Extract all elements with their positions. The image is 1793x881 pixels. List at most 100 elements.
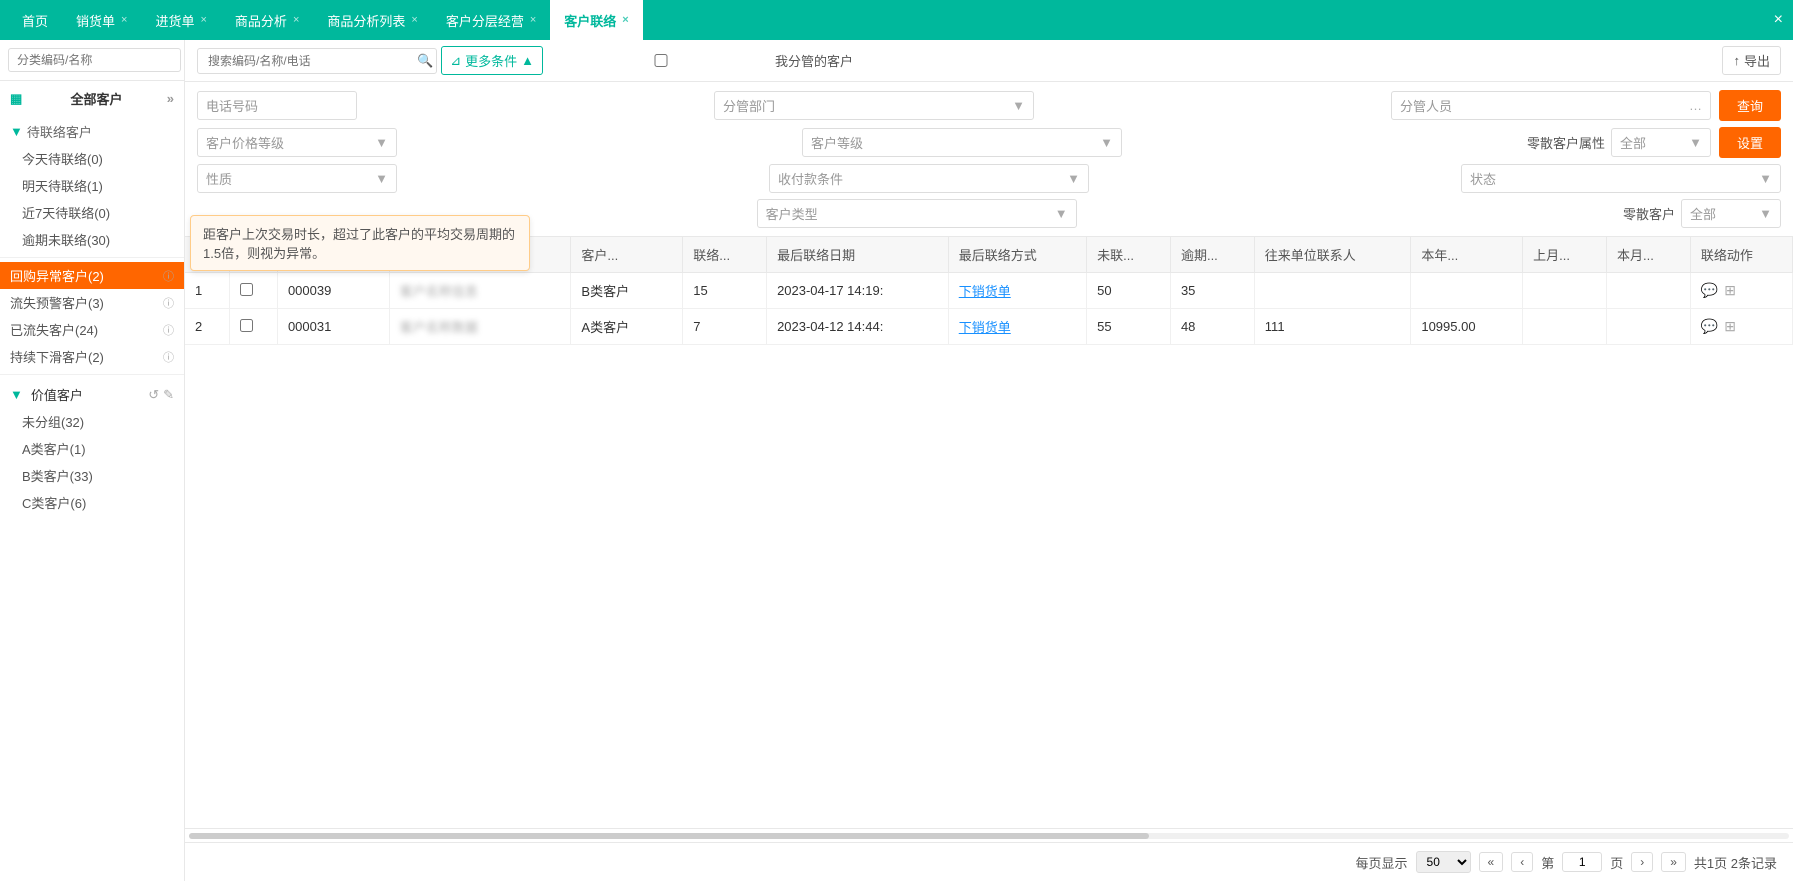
page-label: 第 xyxy=(1541,853,1554,872)
total-label: 共1页 2条记录 xyxy=(1694,853,1777,872)
edit-icon[interactable]: ✎ xyxy=(163,387,174,403)
more-conditions-btn[interactable]: ⊿ 更多条件 ▲ xyxy=(441,46,543,75)
close-all-tabs[interactable]: × xyxy=(1774,11,1783,29)
action-chat-icon-1[interactable]: 💬 xyxy=(1701,282,1718,299)
nav-item-sales[interactable]: 销货单 × xyxy=(62,0,141,40)
customer-grade-select[interactable]: 客户等级 ▼ xyxy=(802,128,1122,157)
scrollbar-thumb[interactable] xyxy=(189,833,1149,839)
col-header-liaison[interactable]: 往来单位联系人 xyxy=(1254,237,1411,273)
person-field[interactable]: 分管人员 … xyxy=(1391,91,1711,120)
customer-name-2[interactable]: 客户名称数据 xyxy=(400,320,478,335)
status-select[interactable]: 状态 ▼ xyxy=(1461,164,1781,193)
sidebar-item-class-a[interactable]: A类客户(1) xyxy=(0,435,184,462)
cell-contact-1: 15 xyxy=(683,273,767,309)
export-btn[interactable]: ↑ 导出 xyxy=(1722,46,1781,75)
nav-item-customer-contact[interactable]: 客户联络 × xyxy=(550,0,642,40)
cell-uncontact-1: 50 xyxy=(1087,273,1171,309)
sidebar-item-today[interactable]: 今天待联络(0) xyxy=(0,145,184,172)
dept-field[interactable]: 分管部门 ▼ xyxy=(714,91,1034,120)
retail-customer-arrow-icon: ▼ xyxy=(1759,206,1772,221)
action-more-icon-1[interactable]: ⊞ xyxy=(1724,282,1736,299)
col-header-type[interactable]: 客户... xyxy=(571,237,683,273)
action-more-icon-2[interactable]: ⊞ xyxy=(1724,318,1736,335)
col-header-last-method[interactable]: 最后联络方式 xyxy=(948,237,1086,273)
last-method-link-2[interactable]: 下销货单 xyxy=(959,320,1011,335)
close-sales-icon[interactable]: × xyxy=(121,14,127,26)
sidebar-item-class-b[interactable]: B类客户(33) xyxy=(0,462,184,489)
table-row: 1 000039 客户名称信息 B类客户 15 2023-04-17 14:19… xyxy=(185,273,1793,309)
query-button[interactable]: 查询 xyxy=(1719,90,1781,121)
close-customer-contact-icon[interactable]: × xyxy=(622,14,628,26)
per-page-select[interactable]: 50 100 xyxy=(1416,851,1471,873)
col-header-this-month[interactable]: 本月... xyxy=(1606,237,1690,273)
nav-item-customer-tier[interactable]: 客户分层经营 × xyxy=(432,0,550,40)
nav-item-purchase[interactable]: 进货单 × xyxy=(141,0,220,40)
advanced-filter: 电话号码 分管部门 ▼ 分管人员 … 查询 客户价格等级 ▼ xyxy=(185,82,1793,237)
price-grade-select[interactable]: 客户价格等级 ▼ xyxy=(197,128,397,157)
nav-item-analysis[interactable]: 商品分析 × xyxy=(221,0,313,40)
col-header-contact[interactable]: 联络... xyxy=(683,237,767,273)
tooltip-box: 距客户上次交易时长，超过了此客户的平均交易周期的1.5倍，则视为异常。 xyxy=(190,215,530,271)
col-header-last-date[interactable]: 最后联络日期 xyxy=(767,237,949,273)
page-number-input[interactable] xyxy=(1562,852,1602,872)
sidebar-item-overdue[interactable]: 逾期未联络(30) xyxy=(0,226,184,253)
col-header-last-month[interactable]: 上月... xyxy=(1523,237,1607,273)
next-page-btn[interactable]: › xyxy=(1631,852,1653,872)
nav-item-analysis-list[interactable]: 商品分析列表 × xyxy=(313,0,431,40)
sidebar-item-class-c[interactable]: C类客户(6) xyxy=(0,489,184,516)
search-input[interactable] xyxy=(197,48,437,74)
nav-item-home[interactable]: 首页 xyxy=(8,0,62,40)
price-grade-arrow-icon: ▼ xyxy=(375,135,388,150)
phone-field[interactable]: 电话号码 xyxy=(197,91,357,120)
cell-date-2: 2023-04-12 14:44: xyxy=(767,309,949,345)
col-header-year[interactable]: 本年... xyxy=(1411,237,1523,273)
gender-select[interactable]: 性质 ▼ xyxy=(197,164,397,193)
pending-contact-group[interactable]: ▼ 待联络客户 xyxy=(0,116,184,145)
col-header-overdue[interactable]: 逾期... xyxy=(1170,237,1254,273)
sidebar-collapse-icon[interactable]: » xyxy=(167,91,174,106)
last-page-btn[interactable]: » xyxy=(1661,852,1686,872)
col-header-uncontact[interactable]: 未联... xyxy=(1087,237,1171,273)
sidebar-item-lost[interactable]: 已流失客户(24) ⓘ xyxy=(0,316,184,343)
payment-select[interactable]: 收付款条件 ▼ xyxy=(769,164,1089,193)
arrow-down-icon-2: ▼ xyxy=(10,387,23,402)
row-checkbox-2[interactable] xyxy=(240,319,253,332)
my-customers-checkbox-label[interactable]: 我分管的客户 xyxy=(551,51,853,70)
customer-name-1[interactable]: 客户名称信息 xyxy=(400,284,478,299)
retail-attr-select[interactable]: 全部 ▼ xyxy=(1611,128,1711,157)
close-customer-tier-icon[interactable]: × xyxy=(530,14,536,26)
close-purchase-icon[interactable]: × xyxy=(200,14,206,26)
filter-icon: ⊿ xyxy=(450,53,461,69)
sidebar-search-input[interactable] xyxy=(8,48,181,72)
sidebar-item-repurchase-abnormal[interactable]: 回购异常客户(2) ⓘ xyxy=(0,262,184,289)
info-icon-declining: ⓘ xyxy=(163,349,174,365)
cell-type-2: A类客户 xyxy=(571,309,683,345)
sidebar-item-tomorrow[interactable]: 明天待联络(1) xyxy=(0,172,184,199)
retail-customer-select[interactable]: 全部 ▼ xyxy=(1681,199,1781,228)
cell-num-2: 2 xyxy=(185,309,230,345)
retail-customer-field: 零散客户 全部 ▼ xyxy=(1623,199,1781,228)
last-method-link-1[interactable]: 下销货单 xyxy=(959,284,1011,299)
sidebar-item-declining[interactable]: 持续下滑客户(2) ⓘ xyxy=(0,343,184,370)
sidebar-item-loss-warning[interactable]: 流失预警客户(3) ⓘ xyxy=(0,289,184,316)
cell-date-1: 2023-04-17 14:19: xyxy=(767,273,949,309)
my-customers-checkbox[interactable] xyxy=(551,54,771,67)
filter-search-icon[interactable]: 🔍 xyxy=(417,53,433,69)
action-chat-icon-2[interactable]: 💬 xyxy=(1701,318,1718,335)
row-checkbox-1[interactable] xyxy=(240,283,253,296)
value-customer-group[interactable]: ▼ 价值客户 ↺ ✎ xyxy=(0,379,184,408)
customer-type-select[interactable]: 客户类型 ▼ xyxy=(757,199,1077,228)
prev-page-btn[interactable]: ‹ xyxy=(1511,852,1533,872)
close-analysis-icon[interactable]: × xyxy=(293,14,299,26)
sidebar-item-ungrouped[interactable]: 未分组(32) xyxy=(0,408,184,435)
first-page-btn[interactable]: « xyxy=(1479,852,1504,872)
export-icon: ↑ xyxy=(1733,53,1740,68)
cell-year-1 xyxy=(1411,273,1523,309)
cell-method-1: 下销货单 xyxy=(948,273,1086,309)
refresh-icon[interactable]: ↺ xyxy=(148,387,159,403)
person-arrow-icon: … xyxy=(1689,98,1702,113)
close-analysis-list-icon[interactable]: × xyxy=(411,14,417,26)
set-button[interactable]: 设置 xyxy=(1719,127,1781,158)
horizontal-scrollbar[interactable] xyxy=(185,828,1793,842)
sidebar-item-7days[interactable]: 近7天待联络(0) xyxy=(0,199,184,226)
